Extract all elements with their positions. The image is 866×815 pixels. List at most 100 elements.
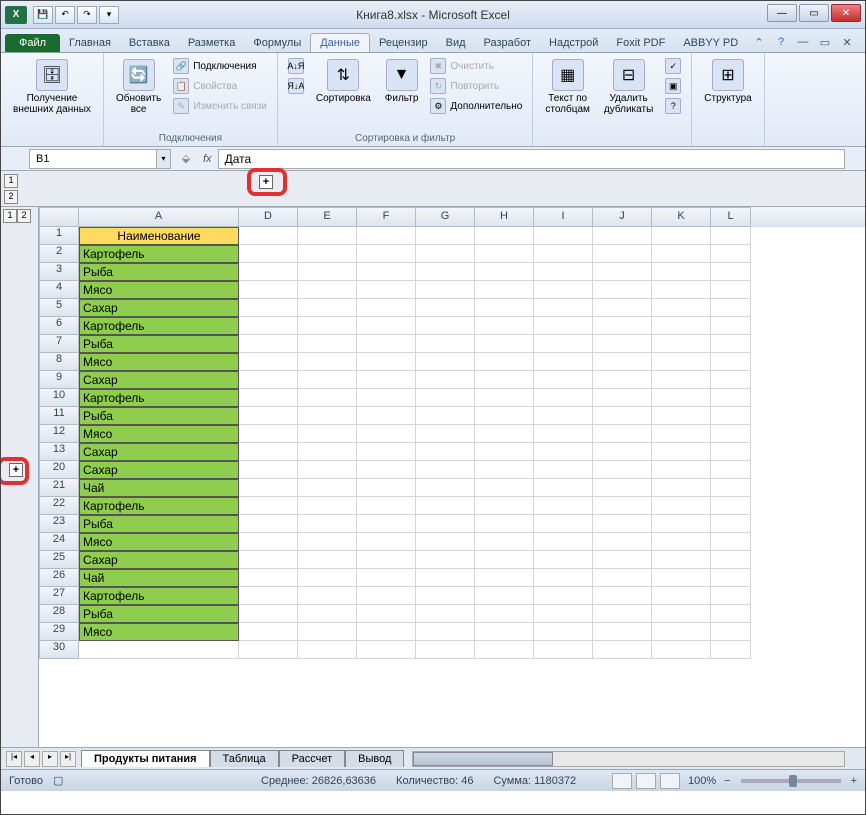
cell-I1[interactable] — [534, 227, 593, 245]
text-to-columns-button[interactable]: ▦ Текст по столбцам — [541, 57, 594, 117]
cell-H12[interactable] — [475, 425, 534, 443]
cell-G30[interactable] — [416, 641, 475, 659]
cell-H4[interactable] — [475, 281, 534, 299]
sheet-nav-last[interactable]: ▸| — [60, 751, 76, 767]
cell-H13[interactable] — [475, 443, 534, 461]
cell-L4[interactable] — [711, 281, 751, 299]
cell-K28[interactable] — [652, 605, 711, 623]
col-outline-level-1[interactable]: 1 — [4, 174, 18, 188]
row-header-28[interactable]: 28 — [39, 605, 79, 623]
cell-F8[interactable] — [357, 353, 416, 371]
cell-D10[interactable] — [239, 389, 298, 407]
column-header-K[interactable]: K — [652, 207, 711, 227]
whatif-button[interactable]: ? — [663, 97, 683, 115]
cell-D1[interactable] — [239, 227, 298, 245]
row-header-22[interactable]: 22 — [39, 497, 79, 515]
reapply-filter-button[interactable]: ↻Повторить — [428, 77, 524, 95]
maximize-button[interactable]: ▭ — [799, 4, 829, 22]
ribbon-tab-формулы[interactable]: Формулы — [244, 34, 310, 52]
ribbon-tab-вставка[interactable]: Вставка — [120, 34, 179, 52]
cell-A20[interactable]: Сахар — [79, 461, 239, 479]
column-header-J[interactable]: J — [593, 207, 652, 227]
cell-F10[interactable] — [357, 389, 416, 407]
cell-A5[interactable]: Сахар — [79, 299, 239, 317]
cell-K27[interactable] — [652, 587, 711, 605]
ribbon-tab-рецензир[interactable]: Рецензир — [370, 34, 437, 52]
ribbon-tab-данные[interactable]: Данные — [310, 33, 370, 52]
cell-E3[interactable] — [298, 263, 357, 281]
cell-J29[interactable] — [593, 623, 652, 641]
cell-D2[interactable] — [239, 245, 298, 263]
cell-D13[interactable] — [239, 443, 298, 461]
cell-J24[interactable] — [593, 533, 652, 551]
zoom-thumb[interactable] — [789, 775, 797, 787]
cell-I4[interactable] — [534, 281, 593, 299]
cell-G26[interactable] — [416, 569, 475, 587]
cell-K21[interactable] — [652, 479, 711, 497]
advanced-filter-button[interactable]: ⚙Дополнительно — [428, 97, 524, 115]
cell-J9[interactable] — [593, 371, 652, 389]
col-outline-level-2[interactable]: 2 — [4, 190, 18, 204]
cell-E25[interactable] — [298, 551, 357, 569]
cell-K6[interactable] — [652, 317, 711, 335]
cell-E26[interactable] — [298, 569, 357, 587]
cell-H23[interactable] — [475, 515, 534, 533]
cell-H9[interactable] — [475, 371, 534, 389]
column-group-expand-button[interactable]: + — [259, 175, 273, 189]
cell-D7[interactable] — [239, 335, 298, 353]
cell-J11[interactable] — [593, 407, 652, 425]
cell-J25[interactable] — [593, 551, 652, 569]
cell-L26[interactable] — [711, 569, 751, 587]
cell-E1[interactable] — [298, 227, 357, 245]
doc-close-button[interactable]: ✕ — [839, 36, 855, 52]
formula-expand-button[interactable]: ⬙ — [175, 149, 197, 169]
cell-A28[interactable]: Рыба — [79, 605, 239, 623]
cell-D12[interactable] — [239, 425, 298, 443]
cell-I13[interactable] — [534, 443, 593, 461]
cell-I23[interactable] — [534, 515, 593, 533]
consolidate-button[interactable]: ▣ — [663, 77, 683, 95]
cell-F6[interactable] — [357, 317, 416, 335]
cell-H6[interactable] — [475, 317, 534, 335]
cell-L3[interactable] — [711, 263, 751, 281]
cell-E22[interactable] — [298, 497, 357, 515]
cell-K5[interactable] — [652, 299, 711, 317]
cell-G7[interactable] — [416, 335, 475, 353]
cell-H20[interactable] — [475, 461, 534, 479]
connections-button[interactable]: 🔗Подключения — [171, 57, 269, 75]
cell-A11[interactable]: Рыба — [79, 407, 239, 425]
cell-F20[interactable] — [357, 461, 416, 479]
cell-J21[interactable] — [593, 479, 652, 497]
cell-J2[interactable] — [593, 245, 652, 263]
doc-restore-button[interactable]: ▭ — [817, 36, 833, 52]
cell-E28[interactable] — [298, 605, 357, 623]
cell-E4[interactable] — [298, 281, 357, 299]
cell-K30[interactable] — [652, 641, 711, 659]
row-header-24[interactable]: 24 — [39, 533, 79, 551]
ribbon-tab-разметка[interactable]: Разметка — [179, 34, 245, 52]
row-header-8[interactable]: 8 — [39, 353, 79, 371]
cell-I3[interactable] — [534, 263, 593, 281]
column-header-L[interactable]: L — [711, 207, 751, 227]
row-header-6[interactable]: 6 — [39, 317, 79, 335]
filter-button[interactable]: ▼ Фильтр — [381, 57, 423, 106]
cell-K12[interactable] — [652, 425, 711, 443]
cell-G9[interactable] — [416, 371, 475, 389]
cell-H29[interactable] — [475, 623, 534, 641]
cell-D26[interactable] — [239, 569, 298, 587]
cell-I7[interactable] — [534, 335, 593, 353]
cell-J30[interactable] — [593, 641, 652, 659]
cell-J7[interactable] — [593, 335, 652, 353]
cell-L22[interactable] — [711, 497, 751, 515]
cell-J8[interactable] — [593, 353, 652, 371]
cell-G10[interactable] — [416, 389, 475, 407]
sheet-nav-prev[interactable]: ◂ — [24, 751, 40, 767]
cell-L12[interactable] — [711, 425, 751, 443]
cell-L10[interactable] — [711, 389, 751, 407]
cell-J3[interactable] — [593, 263, 652, 281]
cell-H5[interactable] — [475, 299, 534, 317]
worksheet[interactable]: ADEFGHIJKL 1Наименование2Картофель3Рыба4… — [39, 207, 865, 747]
sheet-nav-first[interactable]: |◂ — [6, 751, 22, 767]
cell-I22[interactable] — [534, 497, 593, 515]
cell-E12[interactable] — [298, 425, 357, 443]
